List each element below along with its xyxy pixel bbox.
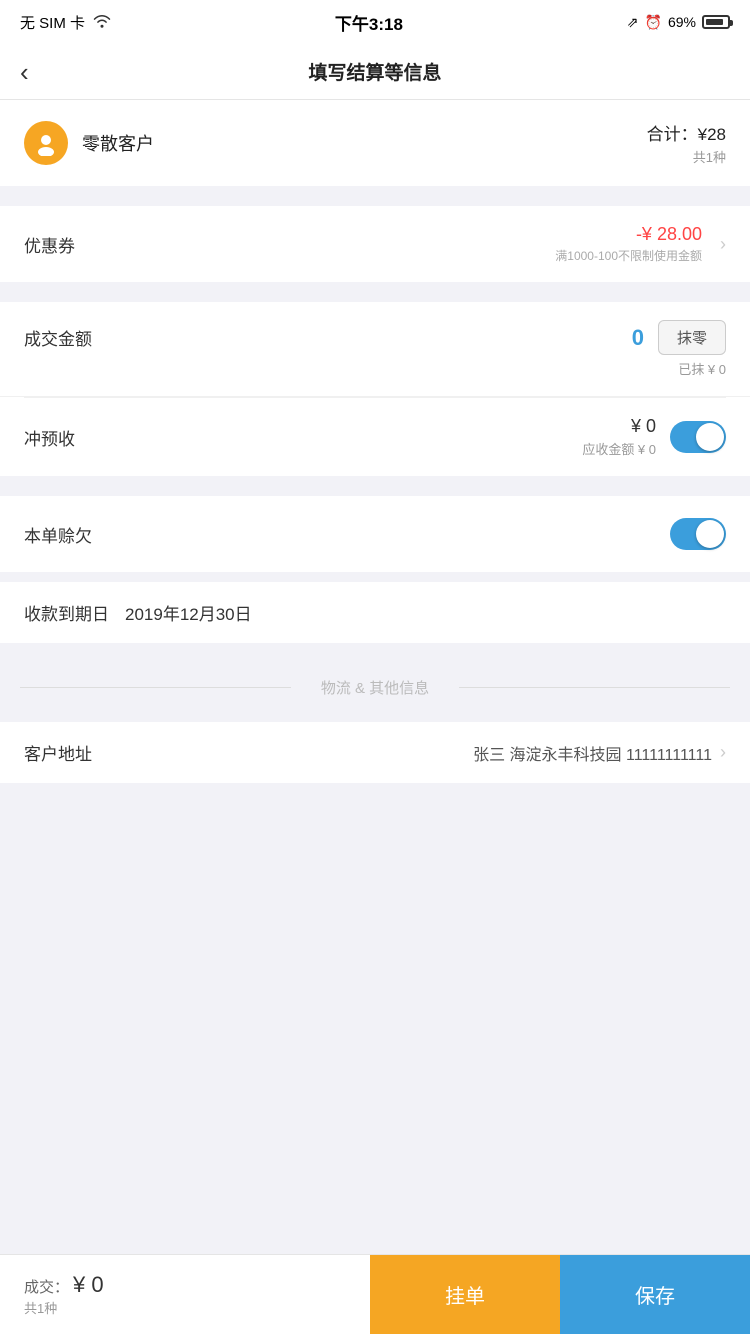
arrears-section: 本单赊欠 xyxy=(0,496,750,572)
hang-button[interactable]: 挂单 xyxy=(370,1255,560,1334)
coupon-desc: 满1000-100不限制使用金额 xyxy=(555,247,702,264)
page-title: 填写结算等信息 xyxy=(308,58,441,85)
arrears-toggle-thumb xyxy=(696,520,724,548)
section-separator: 物流 & 其他信息 xyxy=(0,663,750,712)
toggle-thumb xyxy=(696,423,724,451)
nav-bar: ‹ 填写结算等信息 xyxy=(0,44,750,100)
bottom-amount: ¥ 0 xyxy=(73,1272,104,1298)
no-sim-text: 无 SIM 卡 xyxy=(20,12,85,33)
arrears-toggle[interactable] xyxy=(670,518,726,550)
customer-summary: 合计：¥28 共1种 xyxy=(647,120,726,166)
customer-row: 零散客户 合计：¥28 共1种 xyxy=(0,100,750,186)
main-content: 零散客户 合计：¥28 共1种 优惠券 -¥ 28.00 满1000-100不限… xyxy=(0,100,750,1063)
bottom-label: 成交： xyxy=(24,1276,69,1297)
amount-right: 0 抹零 xyxy=(632,320,726,355)
divider-2 xyxy=(0,292,750,302)
avatar xyxy=(24,121,68,165)
back-button[interactable]: ‹ xyxy=(20,59,29,85)
amount-label: 成交金额 xyxy=(24,325,92,350)
amount-section: 成交金额 0 抹零 已抹 ¥ 0 冲预收 ¥ 0 应收金额 ¥ 0 xyxy=(0,302,750,476)
divider-5 xyxy=(0,712,750,722)
coupon-info: -¥ 28.00 满1000-100不限制使用金额 xyxy=(555,224,702,264)
status-right: ⇗ ⏰ 69% xyxy=(627,14,730,31)
due-date-value: 2019年12月30日 xyxy=(125,600,252,625)
sep-line-left xyxy=(20,687,291,688)
wifi-icon xyxy=(93,14,111,31)
coupon-chevron-icon: › xyxy=(720,234,726,255)
due-date-section: 收款到期日 2019年12月30日 xyxy=(0,582,750,643)
coupon-right: -¥ 28.00 满1000-100不限制使用金额 › xyxy=(555,224,726,264)
customer-name: 零散客户 xyxy=(82,130,154,156)
coupon-label: 优惠券 xyxy=(24,232,75,257)
prepay-amount: ¥ 0 xyxy=(582,416,656,437)
status-bar: 无 SIM 卡 下午3:18 ⇗ ⏰ 69% xyxy=(0,0,750,44)
coupon-amount: -¥ 28.00 xyxy=(555,224,702,245)
divider-1 xyxy=(0,196,750,206)
address-value: 张三 海淀永丰科技园 11111111111 xyxy=(112,741,712,765)
alarm-icon: ⏰ xyxy=(645,14,662,31)
prepay-toggle[interactable] xyxy=(670,421,726,453)
separator-text: 物流 & 其他信息 xyxy=(311,677,439,698)
coupon-row[interactable]: 优惠券 -¥ 28.00 满1000-100不限制使用金额 › xyxy=(0,206,750,282)
address-section[interactable]: 客户地址 张三 海淀永丰科技园 11111111111 › xyxy=(0,722,750,783)
bottom-count: 共1种 xyxy=(24,1298,346,1317)
prepay-top: 冲预收 ¥ 0 应收金额 ¥ 0 xyxy=(24,416,726,458)
amount-row: 成交金额 0 抹零 已抹 ¥ 0 xyxy=(0,302,750,397)
customer-section: 零散客户 合计：¥28 共1种 xyxy=(0,100,750,186)
prepay-right: ¥ 0 应收金额 ¥ 0 xyxy=(582,416,726,458)
summary-total: 合计：¥28 xyxy=(647,120,726,145)
address-chevron-icon: › xyxy=(720,742,726,763)
amount-value: 0 xyxy=(632,325,644,351)
bottom-bar: 成交： ¥ 0 共1种 挂单 保存 xyxy=(0,1254,750,1334)
prepay-sub: 应收金额 ¥ 0 xyxy=(582,439,656,458)
amount-sub: 已抹 ¥ 0 xyxy=(24,359,726,378)
battery-icon xyxy=(702,15,730,29)
status-time: 下午3:18 xyxy=(335,10,403,35)
due-date-row: 收款到期日 2019年12月30日 xyxy=(24,600,726,625)
coupon-section[interactable]: 优惠券 -¥ 28.00 满1000-100不限制使用金额 › xyxy=(0,206,750,282)
amount-top: 成交金额 0 抹零 xyxy=(24,320,726,355)
arrears-row: 本单赊欠 xyxy=(24,518,726,550)
sep-line-right xyxy=(459,687,730,688)
prepay-row: 冲预收 ¥ 0 应收金额 ¥ 0 xyxy=(0,398,750,476)
arrears-label: 本单赊欠 xyxy=(24,522,92,547)
bottom-info: 成交： ¥ 0 共1种 xyxy=(0,1255,370,1334)
due-date-label: 收款到期日 xyxy=(24,600,109,625)
status-left: 无 SIM 卡 xyxy=(20,12,111,33)
summary-count: 共1种 xyxy=(647,147,726,166)
customer-left: 零散客户 xyxy=(24,121,154,165)
prepay-amount-info: ¥ 0 应收金额 ¥ 0 xyxy=(582,416,656,458)
battery-percent: 69% xyxy=(668,14,696,30)
round-button[interactable]: 抹零 xyxy=(658,320,726,355)
address-label: 客户地址 xyxy=(24,740,92,765)
location-icon: ⇗ xyxy=(627,14,639,31)
divider-6 xyxy=(0,783,750,983)
divider-4 xyxy=(0,653,750,663)
save-button[interactable]: 保存 xyxy=(560,1255,750,1334)
prepay-label: 冲预收 xyxy=(24,425,75,450)
divider-3 xyxy=(0,486,750,496)
bottom-amount-row: 成交： ¥ 0 xyxy=(24,1272,346,1298)
